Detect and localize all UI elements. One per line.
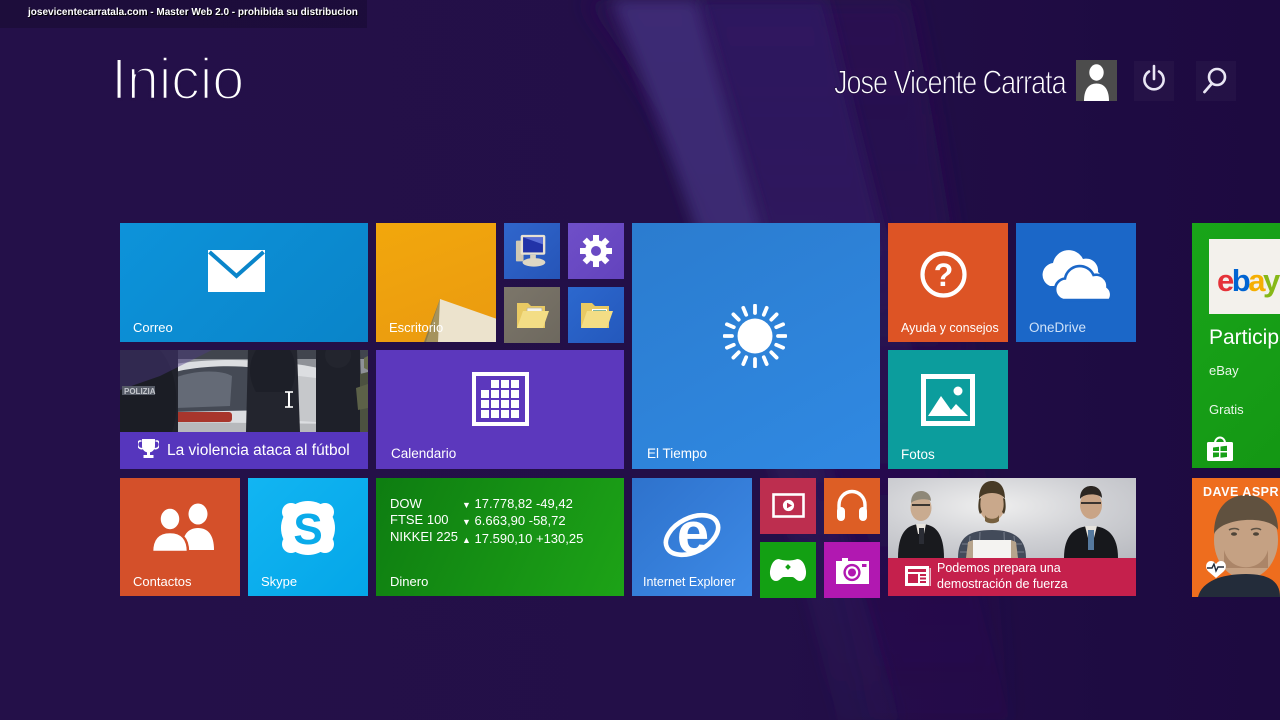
svg-text:S: S [293,505,322,554]
svg-text:POLIZIA: POLIZIA [124,387,156,396]
svg-text:?: ? [934,257,954,293]
svg-text:DAVE ASPR: DAVE ASPR [1203,485,1279,499]
